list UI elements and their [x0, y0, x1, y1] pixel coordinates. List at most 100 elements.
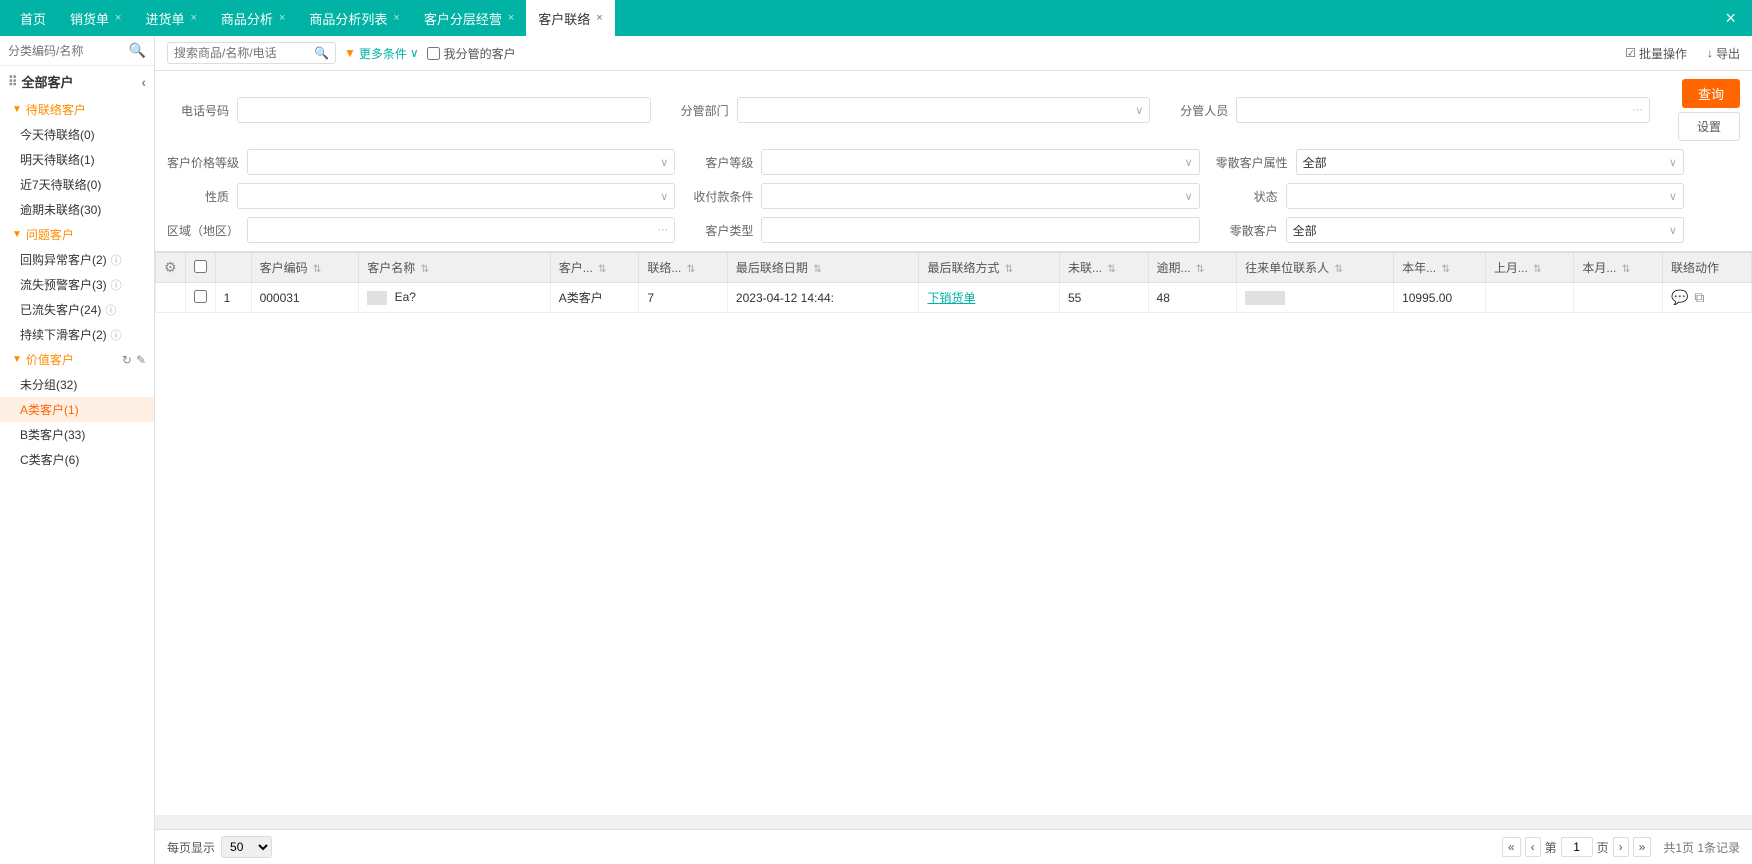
- my-customers-checkbox[interactable]: 我分管的客户: [427, 45, 516, 62]
- filter-customer-type-input[interactable]: [761, 217, 1199, 243]
- sidebar-collapse-btn[interactable]: ‹: [141, 74, 146, 90]
- filter-retail-attr-select[interactable]: 全部 ∨: [1296, 149, 1684, 175]
- edit-icon[interactable]: ✎: [136, 353, 146, 367]
- sidebar-item-unclassified[interactable]: 未分组(32): [0, 372, 154, 397]
- table-row: 1 000031 Ea? A类客户 7 2023-04-12 14:44: 下销…: [156, 283, 1752, 313]
- close-tab-customer-segment[interactable]: ×: [508, 12, 514, 24]
- nav-item-goods-list[interactable]: 商品分析列表 ×: [297, 0, 411, 36]
- nav-item-customer-segment[interactable]: 客户分层经营 ×: [412, 0, 526, 36]
- sidebar-search-icon[interactable]: 🔍: [129, 42, 146, 59]
- filter-retail-select[interactable]: 全部 ∨: [1286, 217, 1684, 243]
- col-no: [215, 253, 251, 283]
- filter-cell-phone: 电话号码: [167, 97, 667, 123]
- sidebar-item-c-class[interactable]: C类客户(6): [0, 447, 154, 472]
- sidebar-item-lost[interactable]: 已流失客户(24) ⓘ: [0, 297, 154, 322]
- close-tab-goods-analysis[interactable]: ×: [279, 12, 285, 24]
- chevron-status: ∨: [1669, 190, 1677, 203]
- export-icon: ↓: [1707, 46, 1713, 60]
- filter-phone-input[interactable]: [237, 97, 651, 123]
- cell-last-method[interactable]: 下销货单: [919, 283, 1060, 313]
- dots-region: ···: [657, 224, 668, 236]
- sidebar: 🔍 ⠿ 全部客户 ‹ ▼ 待联络客户 今天待联络(0) 明天待联络(1) 近7天…: [0, 36, 155, 864]
- filter-customer-grade-select[interactable]: ∨: [761, 149, 1199, 175]
- section-arrow-problem: ▼: [12, 229, 22, 240]
- col-contact: 联络... ⇅: [639, 253, 728, 283]
- sort-icon-method: ⇅: [1005, 264, 1013, 275]
- sidebar-item-today[interactable]: 今天待联络(0): [0, 122, 154, 147]
- next-page-btn[interactable]: ›: [1613, 837, 1629, 857]
- filter-cell-payment: 收付款条件 ∨: [691, 183, 1215, 209]
- info-icon-lost: ⓘ: [105, 302, 116, 318]
- sidebar-item-lost-warning[interactable]: 流失预警客户(3) ⓘ: [0, 272, 154, 297]
- query-button[interactable]: 查询: [1682, 79, 1740, 108]
- section-arrow-value: ▼: [12, 354, 22, 365]
- sidebar-section-problem[interactable]: ▼ 问题客户: [0, 222, 154, 247]
- sidebar-section-value[interactable]: ▼ 价值客户 ↻ ✎: [0, 347, 154, 372]
- sidebar-item-tomorrow[interactable]: 明天待联络(1): [0, 147, 154, 172]
- sidebar-item-a-class[interactable]: A类客户(1): [0, 397, 154, 422]
- cell-no-contact: 55: [1059, 283, 1148, 313]
- link-action-icon[interactable]: ⧉: [1694, 289, 1704, 306]
- nav-item-goods-analysis[interactable]: 商品分析 ×: [209, 0, 297, 36]
- my-customers-check[interactable]: [427, 47, 440, 60]
- cell-last-month: [1485, 283, 1574, 313]
- table-settings-icon[interactable]: ⚙: [164, 259, 177, 275]
- col-action: 联络动作: [1662, 253, 1751, 283]
- refresh-icon[interactable]: ↻: [122, 353, 132, 367]
- cell-code: 000031: [251, 283, 359, 313]
- sidebar-item-abnormal[interactable]: 回购异常客户(2) ⓘ: [0, 247, 154, 272]
- batch-action-btn[interactable]: ☑ 批量操作: [1625, 45, 1687, 62]
- nav-item-home[interactable]: 首页: [8, 0, 58, 36]
- filter-cell-dept: 分管部门 ∨: [667, 97, 1167, 123]
- export-btn[interactable]: ↓ 导出: [1707, 45, 1740, 62]
- close-tab-goods-list[interactable]: ×: [393, 12, 399, 24]
- col-last-method: 最后联络方式 ⇅: [919, 253, 1060, 283]
- last-page-btn[interactable]: »: [1633, 837, 1652, 857]
- cell-no: 1: [215, 283, 251, 313]
- main-search-input[interactable]: [174, 46, 314, 60]
- customers-table: ⚙ 客户编码 ⇅ 客户名称 ⇅: [155, 252, 1752, 313]
- filter-bar: 🔍 ▼ 更多条件 ∨ 我分管的客户 ☑ 批量操作 ↓ 导出: [155, 36, 1752, 71]
- filter-manager-input[interactable]: ···: [1236, 97, 1650, 123]
- filter-payment-select[interactable]: ∨: [761, 183, 1199, 209]
- close-all-tabs[interactable]: ×: [1717, 8, 1744, 29]
- prev-page-btn[interactable]: ‹: [1525, 837, 1541, 857]
- sort-icon-year: ⇅: [1441, 264, 1449, 275]
- main-search-icon[interactable]: 🔍: [314, 46, 329, 60]
- filter-region-input[interactable]: ···: [247, 217, 675, 243]
- more-conditions-btn[interactable]: ▼ 更多条件 ∨: [344, 45, 419, 62]
- setting-button[interactable]: 设置: [1678, 112, 1740, 141]
- nav-item-customer-contact[interactable]: 客户联络 ×: [526, 0, 614, 36]
- message-action-icon[interactable]: 💬: [1671, 289, 1688, 306]
- sidebar-item-declining[interactable]: 持续下滑客户(2) ⓘ: [0, 322, 154, 347]
- close-tab-customer-contact[interactable]: ×: [596, 12, 602, 24]
- first-page-btn[interactable]: «: [1502, 837, 1521, 857]
- sort-icon-overdue: ⇅: [1196, 264, 1204, 275]
- select-all-checkbox[interactable]: [194, 260, 207, 273]
- filter-status-select[interactable]: ∨: [1286, 183, 1684, 209]
- filter-cell-nature: 性质 ∨: [167, 183, 691, 209]
- sidebar-item-7days[interactable]: 近7天待联络(0): [0, 172, 154, 197]
- per-page-select[interactable]: 50 100 200: [221, 836, 272, 858]
- info-icon-abnormal: ⓘ: [111, 252, 122, 268]
- col-type: 客户... ⇅: [550, 253, 639, 283]
- close-tab-purchase[interactable]: ×: [190, 12, 196, 24]
- row-checkbox[interactable]: [194, 290, 207, 303]
- sidebar-section-pending[interactable]: ▼ 待联络客户: [0, 97, 154, 122]
- page-number-input[interactable]: [1561, 837, 1593, 857]
- chevron-dept: ∨: [1135, 104, 1143, 117]
- sidebar-item-b-class[interactable]: B类客户(33): [0, 422, 154, 447]
- filter-dept-select[interactable]: ∨: [737, 97, 1151, 123]
- sidebar-item-overdue[interactable]: 逾期未联络(30): [0, 197, 154, 222]
- sidebar-search-input[interactable]: [8, 44, 129, 58]
- filter-price-grade-select[interactable]: ∨: [247, 149, 675, 175]
- sort-icon-this-month: ⇅: [1622, 264, 1630, 275]
- col-this-year: 本年... ⇅: [1394, 253, 1486, 283]
- cell-settings: [156, 283, 186, 313]
- horizontal-scrollbar[interactable]: [155, 815, 1752, 829]
- filter-nature-select[interactable]: ∨: [237, 183, 675, 209]
- close-tab-sales[interactable]: ×: [115, 12, 121, 24]
- filter-cell-retail: 零散客户 全部 ∨: [1216, 217, 1740, 243]
- nav-item-sales[interactable]: 销货单 ×: [58, 0, 133, 36]
- nav-item-purchase[interactable]: 进货单 ×: [133, 0, 208, 36]
